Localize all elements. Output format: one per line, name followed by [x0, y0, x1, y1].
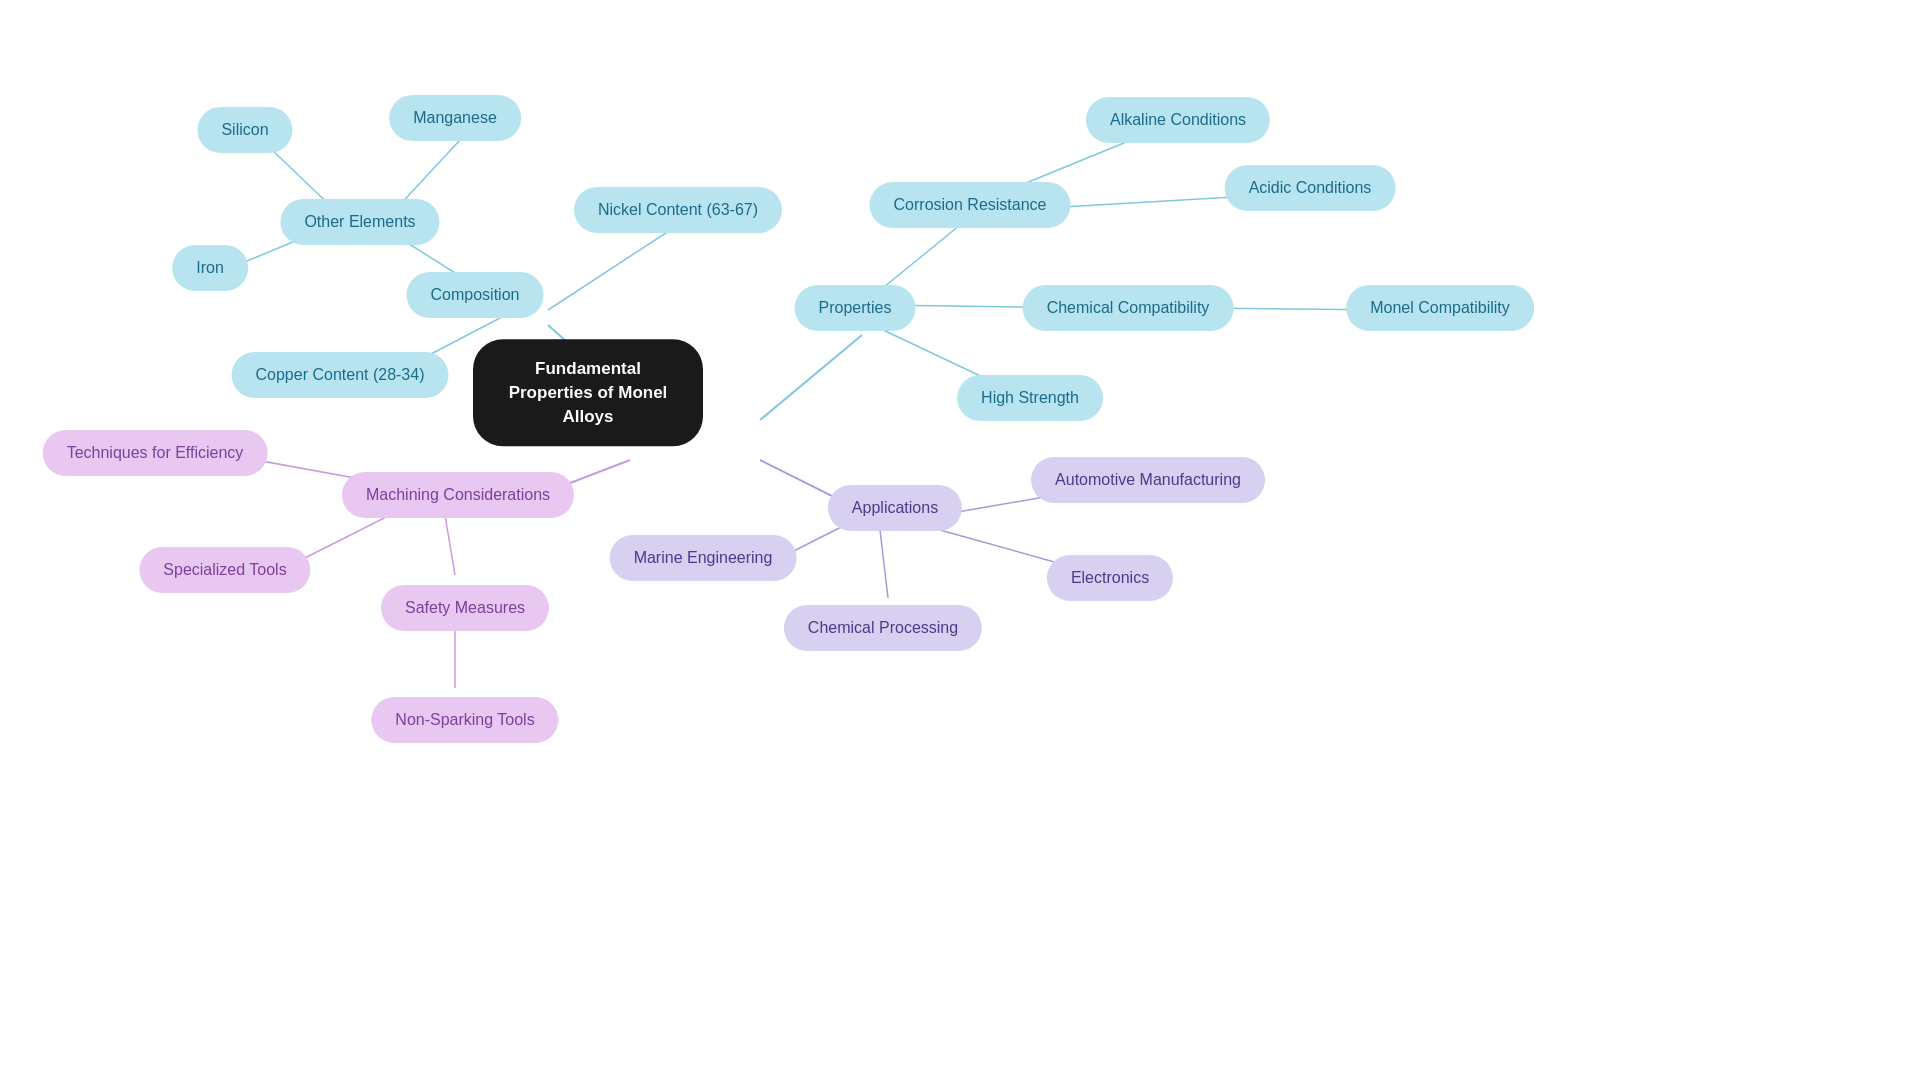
techniques-efficiency-node[interactable]: Techniques for Efficiency [43, 430, 268, 476]
composition-node[interactable]: Composition [407, 272, 544, 318]
acidic-conditions-node[interactable]: Acidic Conditions [1225, 165, 1396, 211]
svg-line-4 [548, 225, 678, 310]
silicon-node[interactable]: Silicon [197, 107, 292, 153]
center-node[interactable]: Fundamental Properties of Monel Alloys [473, 339, 703, 446]
iron-node[interactable]: Iron [172, 245, 248, 291]
other-elements-node[interactable]: Other Elements [280, 199, 439, 245]
monel-compatibility-node[interactable]: Monel Compatibility [1346, 285, 1534, 331]
specialized-tools-node[interactable]: Specialized Tools [139, 547, 310, 593]
chemical-compatibility-node[interactable]: Chemical Compatibility [1023, 285, 1234, 331]
high-strength-node[interactable]: High Strength [957, 375, 1103, 421]
automotive-manufacturing-node[interactable]: Automotive Manufacturing [1031, 457, 1265, 503]
non-sparking-tools-node[interactable]: Non-Sparking Tools [371, 697, 558, 743]
marine-engineering-node[interactable]: Marine Engineering [610, 535, 797, 581]
alkaline-conditions-node[interactable]: Alkaline Conditions [1086, 97, 1270, 143]
nickel-content-node[interactable]: Nickel Content (63-67) [574, 187, 782, 233]
corrosion-resistance-node[interactable]: Corrosion Resistance [870, 182, 1071, 228]
electronics-node[interactable]: Electronics [1047, 555, 1173, 601]
safety-measures-node[interactable]: Safety Measures [381, 585, 549, 631]
svg-line-18 [445, 515, 455, 575]
copper-content-node[interactable]: Copper Content (28-34) [232, 352, 449, 398]
applications-node[interactable]: Applications [828, 485, 962, 531]
svg-line-1 [760, 335, 862, 420]
svg-line-21 [880, 530, 888, 598]
properties-node[interactable]: Properties [795, 285, 916, 331]
chemical-processing-node[interactable]: Chemical Processing [784, 605, 982, 651]
manganese-node[interactable]: Manganese [389, 95, 521, 141]
machining-considerations-node[interactable]: Machining Considerations [342, 472, 574, 518]
